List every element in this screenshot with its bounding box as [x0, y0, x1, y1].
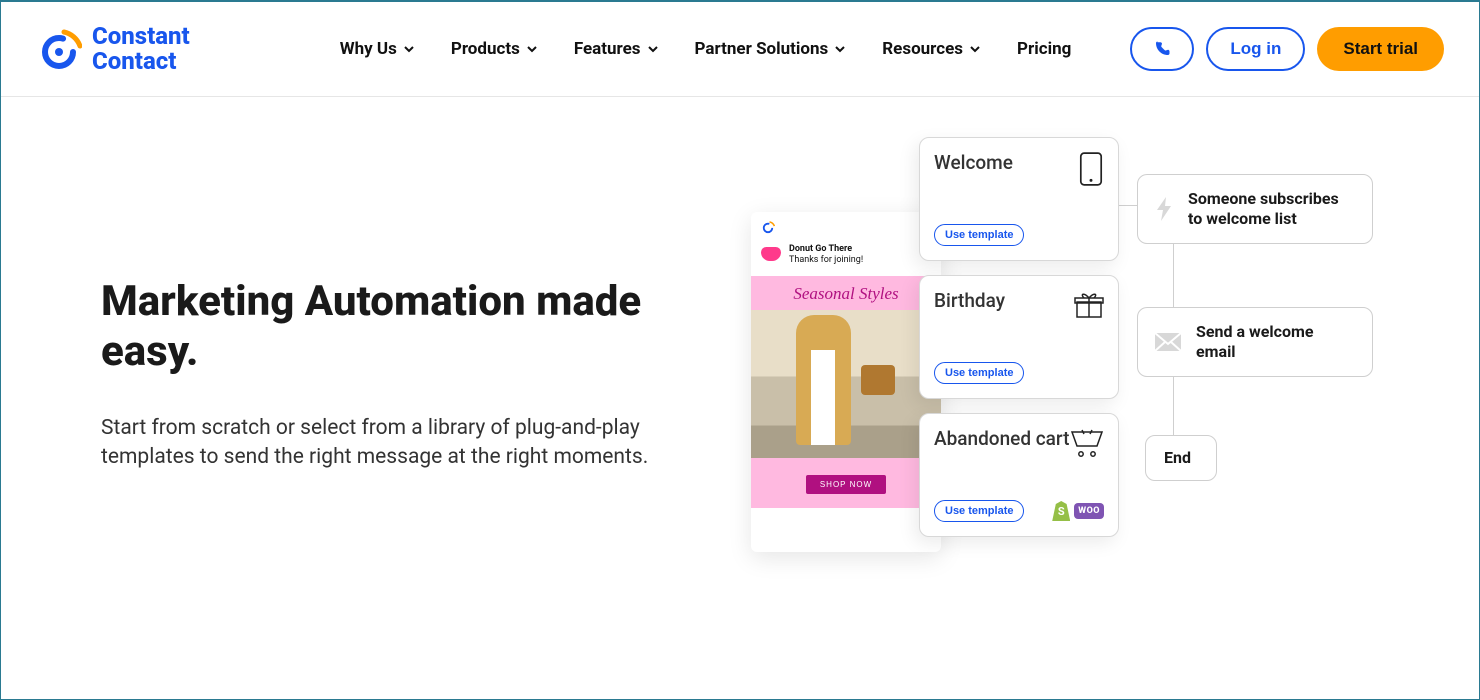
template-card-birthday[interactable]: Birthday Use template	[919, 275, 1119, 399]
start-trial-button[interactable]: Start trial	[1317, 27, 1444, 71]
flow-node-end: End	[1145, 435, 1217, 481]
login-button[interactable]: Log in	[1206, 27, 1305, 71]
flow-node-trigger: Someone subscribes to welcome list	[1137, 174, 1373, 244]
use-template-button[interactable]: Use template	[934, 500, 1024, 522]
nav-products[interactable]: Products	[451, 39, 538, 59]
brand-logo[interactable]: Constant Contact	[36, 24, 190, 74]
nav-resources[interactable]: Resources	[882, 39, 981, 59]
hero-section: Marketing Automation made easy. Start fr…	[1, 97, 1479, 473]
image-pants	[811, 350, 835, 445]
nav-pricing-label: Pricing	[1017, 39, 1071, 59]
chevron-down-icon	[647, 43, 659, 55]
image-handbag	[861, 365, 895, 395]
lips-icon	[761, 247, 781, 261]
header-actions: Log in Start trial	[1130, 27, 1444, 71]
email-hero-image	[751, 310, 941, 458]
nav-products-label: Products	[451, 39, 520, 59]
email-cta-bar: SHOP NOW	[751, 458, 941, 508]
flow-node-action: Send a welcome email	[1137, 307, 1373, 377]
brand-line1: Constant	[92, 24, 190, 49]
brand-name: Constant Contact	[92, 24, 190, 74]
nav-features-label: Features	[574, 39, 641, 59]
cart-icon	[1070, 428, 1104, 460]
connector-line	[1173, 375, 1174, 435]
ecommerce-badges: S WOO	[1052, 501, 1104, 521]
use-template-button[interactable]: Use template	[934, 362, 1024, 384]
connector-line	[1173, 243, 1174, 307]
brand-line2: Contact	[92, 49, 190, 74]
nav-partner-label: Partner Solutions	[695, 39, 829, 59]
email-preview-logo-row	[751, 212, 941, 238]
template-title: Welcome	[934, 152, 1013, 174]
use-template-button[interactable]: Use template	[934, 224, 1024, 246]
shopify-icon: S	[1052, 501, 1070, 521]
template-card-welcome[interactable]: Welcome Use template	[919, 137, 1119, 261]
gift-icon	[1074, 290, 1104, 320]
flow-node-label: Send a welcome email	[1196, 322, 1356, 362]
nav-features[interactable]: Features	[574, 39, 659, 59]
nav-partner-solutions[interactable]: Partner Solutions	[695, 39, 847, 59]
nav-resources-label: Resources	[882, 39, 963, 59]
chevron-down-icon	[526, 43, 538, 55]
connector-line	[1119, 205, 1137, 206]
email-sender-tagline: Thanks for joining!	[789, 255, 863, 266]
envelope-icon	[1154, 332, 1182, 352]
chevron-down-icon	[403, 43, 415, 55]
email-preview-card: Donut Go There Thanks for joining! Seaso…	[751, 212, 941, 552]
template-title: Abandoned cart	[934, 428, 1069, 450]
site-header: Constant Contact Why Us Products Feature…	[1, 2, 1479, 97]
template-card-abandoned-cart[interactable]: Abandoned cart Use template S WOO	[919, 413, 1119, 537]
constant-contact-icon	[36, 26, 82, 72]
constant-contact-mini-icon	[761, 220, 775, 234]
phone-icon	[1153, 40, 1171, 58]
nav-why-us-label: Why Us	[340, 39, 397, 59]
shop-now-button[interactable]: SHOP NOW	[806, 475, 886, 494]
primary-nav: Why Us Products Features Partner Solutio…	[340, 39, 1072, 59]
flow-node-label: Someone subscribes to welcome list	[1188, 189, 1356, 229]
nav-pricing[interactable]: Pricing	[1017, 39, 1071, 59]
hero-subtitle: Start from scratch or select from a libr…	[101, 414, 661, 473]
lightning-icon	[1154, 196, 1174, 222]
hero-title: Marketing Automation made easy.	[101, 277, 661, 378]
chevron-down-icon	[969, 43, 981, 55]
email-preview-sender-text: Donut Go There Thanks for joining!	[789, 244, 863, 266]
phone-device-icon	[1078, 152, 1104, 186]
nav-why-us[interactable]: Why Us	[340, 39, 415, 59]
template-title: Birthday	[934, 290, 1005, 312]
phone-button[interactable]	[1130, 27, 1194, 71]
woocommerce-icon: WOO	[1074, 503, 1104, 519]
chevron-down-icon	[834, 43, 846, 55]
email-banner-title: Seasonal Styles	[751, 276, 941, 310]
automation-illustration: Donut Go There Thanks for joining! Seaso…	[751, 137, 1401, 677]
flow-node-label: End	[1164, 448, 1191, 468]
email-preview-sender: Donut Go There Thanks for joining!	[751, 238, 941, 276]
email-sender-name: Donut Go There	[789, 244, 863, 255]
hero-copy: Marketing Automation made easy. Start fr…	[101, 277, 661, 473]
